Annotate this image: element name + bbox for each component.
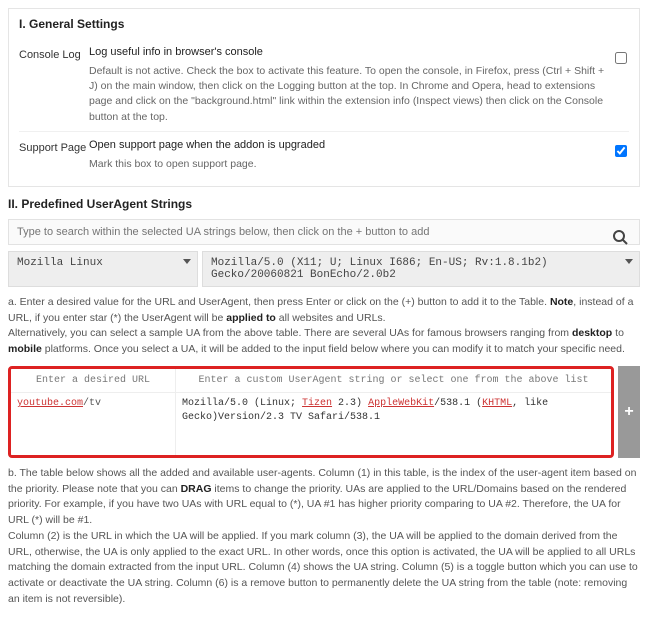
- ua-select-row: Mozilla Linux Mozilla/5.0 (X11; U; Linux…: [8, 251, 640, 287]
- ua-select[interactable]: Mozilla/5.0 (X11; U; Linux I686; En-US; …: [202, 251, 640, 287]
- support-page-content: Open support page when the addon is upgr…: [89, 138, 611, 172]
- console-log-checkbox[interactable]: [615, 52, 627, 64]
- console-log-desc: Default is not active. Check the box to …: [89, 64, 611, 125]
- support-page-row: Support Page Open support page when the …: [19, 131, 629, 178]
- support-page-checkbox[interactable]: [615, 145, 627, 157]
- section-1-title: I. General Settings: [19, 17, 629, 31]
- chevron-down-icon: [183, 259, 191, 264]
- ua-search-bar: [8, 219, 640, 245]
- os-select[interactable]: Mozilla Linux: [8, 251, 198, 287]
- ua-column-header: Enter a custom UserAgent string or selec…: [176, 369, 611, 393]
- instructions-a: a. Enter a desired value for the URL and…: [8, 295, 640, 358]
- os-select-value: Mozilla Linux: [17, 257, 103, 269]
- ua-select-value: Mozilla/5.0 (X11; U; Linux I686; En-US; …: [211, 257, 548, 281]
- support-page-desc: Mark this box to open support page.: [89, 157, 611, 172]
- console-log-row: Console Log Log useful info in browser's…: [19, 39, 629, 131]
- ua-entry-grid: Enter a desired URL youtube.com/tv Enter…: [8, 366, 614, 458]
- console-log-label: Console Log: [19, 45, 89, 61]
- general-settings-panel: I. General Settings Console Log Log usef…: [8, 8, 640, 187]
- console-log-title: Log useful info in browser's console: [89, 45, 611, 61]
- url-input[interactable]: youtube.com/tv: [11, 393, 175, 455]
- support-page-label: Support Page: [19, 138, 89, 154]
- plus-icon: +: [624, 403, 633, 421]
- ua-input[interactable]: Mozilla/5.0 (Linux; Tizen 2.3) AppleWebK…: [176, 393, 611, 455]
- instructions-b: b. The table below shows all the added a…: [8, 466, 640, 608]
- console-log-content: Log useful info in browser's console Def…: [89, 45, 611, 125]
- chevron-down-icon: [625, 259, 633, 264]
- ua-search-input[interactable]: [8, 219, 640, 245]
- url-column-header: Enter a desired URL: [11, 369, 175, 393]
- ua-entry-row: Enter a desired URL youtube.com/tv Enter…: [8, 366, 640, 458]
- add-button[interactable]: +: [618, 366, 640, 458]
- section-2-title: II. Predefined UserAgent Strings: [8, 197, 640, 211]
- support-page-title: Open support page when the addon is upgr…: [89, 138, 611, 154]
